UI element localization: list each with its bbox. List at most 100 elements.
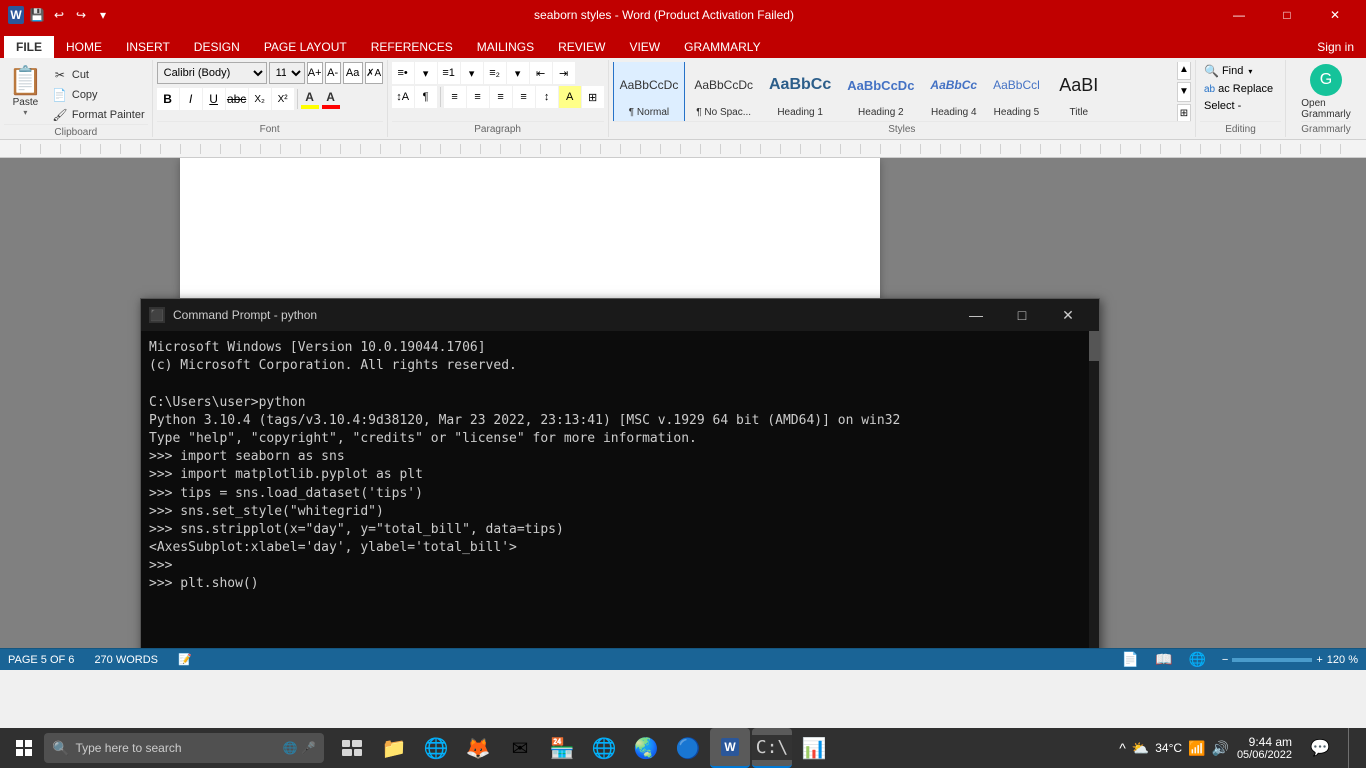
font-grow-button[interactable]: A+ bbox=[307, 62, 323, 84]
taskbar-unknown[interactable]: 📊 bbox=[794, 728, 834, 768]
decrease-indent-button[interactable]: ⇤ bbox=[530, 62, 552, 84]
volume-icon[interactable]: 🔊 bbox=[1212, 740, 1229, 757]
bullet-list-button[interactable]: ≡• bbox=[392, 62, 414, 84]
text-highlight-button[interactable]: A bbox=[301, 90, 319, 109]
style-heading5[interactable]: AaBbCcl Heading 5 bbox=[986, 62, 1047, 121]
font-size-select[interactable]: 11 bbox=[269, 62, 305, 84]
sort-button[interactable]: ↕A bbox=[392, 86, 414, 108]
styles-expand[interactable]: ⊞ bbox=[1177, 104, 1191, 122]
taskbar-chrome2[interactable]: 🔵 bbox=[668, 728, 708, 768]
bold-button[interactable]: B bbox=[157, 88, 179, 110]
multilevel-list-button[interactable]: ≡₂ bbox=[484, 62, 506, 84]
start-button[interactable] bbox=[4, 728, 44, 768]
italic-button[interactable]: I bbox=[180, 88, 202, 110]
select-button[interactable]: Select - bbox=[1200, 98, 1281, 114]
style-heading4[interactable]: AaBbCc Heading 4 bbox=[923, 62, 984, 121]
cut-button[interactable]: ✂ Cut bbox=[49, 66, 148, 84]
taskbar-chrome[interactable]: 🌐 bbox=[584, 728, 624, 768]
change-case-button[interactable]: Aa bbox=[343, 62, 363, 84]
taskbar-edge[interactable]: 🌐 bbox=[416, 728, 456, 768]
show-para-marks-button[interactable]: ¶ bbox=[415, 86, 437, 108]
network-icon[interactable]: 📶 bbox=[1188, 740, 1205, 757]
taskbar-browser2[interactable]: 🌏 bbox=[626, 728, 666, 768]
undo-qa-button[interactable]: ↩ bbox=[50, 6, 68, 24]
tab-review[interactable]: REVIEW bbox=[546, 36, 617, 58]
sign-in-link[interactable]: Sign in bbox=[1309, 36, 1362, 58]
taskbar-firefox[interactable]: 🦊 bbox=[458, 728, 498, 768]
tab-view[interactable]: VIEW bbox=[617, 36, 672, 58]
multilevel-dropdown[interactable]: ▾ bbox=[507, 62, 529, 84]
save-qa-button[interactable]: 💾 bbox=[28, 6, 46, 24]
align-right-button[interactable]: ≡ bbox=[490, 86, 512, 108]
show-desktop-button[interactable] bbox=[1348, 728, 1354, 768]
tab-mailings[interactable]: MAILINGS bbox=[465, 36, 546, 58]
close-button[interactable]: ✕ bbox=[1312, 0, 1358, 30]
tab-design[interactable]: DESIGN bbox=[182, 36, 252, 58]
taskbar-cmd[interactable]: C:\ bbox=[752, 728, 792, 768]
windows-icon bbox=[16, 740, 32, 756]
taskbar-store[interactable]: 🏪 bbox=[542, 728, 582, 768]
tab-insert[interactable]: INSERT bbox=[114, 36, 182, 58]
taskview-button[interactable] bbox=[332, 728, 372, 768]
increase-indent-button[interactable]: ⇥ bbox=[553, 62, 575, 84]
subscript-button[interactable]: X₂ bbox=[249, 88, 271, 110]
style-title[interactable]: AaBI Title bbox=[1049, 62, 1109, 121]
style-no-spacing[interactable]: AaBbCcDc ¶ No Spac... bbox=[687, 62, 760, 121]
borders-button[interactable]: ⊞ bbox=[582, 86, 604, 108]
replace-button[interactable]: ab ac Replace bbox=[1200, 81, 1281, 97]
cmd-minimize-button[interactable]: — bbox=[953, 299, 999, 331]
tab-page-layout[interactable]: PAGE LAYOUT bbox=[252, 36, 359, 58]
zoom-in-button[interactable]: + bbox=[1316, 654, 1322, 666]
numbered-dropdown[interactable]: ▾ bbox=[461, 62, 483, 84]
minimize-button[interactable]: — bbox=[1216, 0, 1262, 30]
copy-button[interactable]: 📄 Copy bbox=[49, 86, 148, 104]
clear-format-button[interactable]: ✗A bbox=[365, 62, 383, 84]
redo-qa-button[interactable]: ↪ bbox=[72, 6, 90, 24]
cmd-close-button[interactable]: ✕ bbox=[1045, 299, 1091, 331]
cmd-scrollbar[interactable] bbox=[1089, 331, 1099, 648]
style-heading1[interactable]: AaBbCc Heading 1 bbox=[762, 62, 838, 121]
tray-up-arrow[interactable]: ^ bbox=[1119, 740, 1126, 756]
font-name-select[interactable]: Calibri (Body) bbox=[157, 62, 267, 84]
style-heading2[interactable]: AaBbCcDc Heading 2 bbox=[840, 62, 921, 121]
bullet-dropdown[interactable]: ▾ bbox=[415, 62, 437, 84]
styles-scroll-up[interactable]: ▲ bbox=[1177, 62, 1191, 80]
strikethrough-button[interactable]: abc bbox=[226, 88, 248, 110]
zoom-slider[interactable] bbox=[1232, 658, 1312, 662]
taskbar-word[interactable]: W bbox=[710, 728, 750, 768]
tab-home[interactable]: HOME bbox=[54, 36, 114, 58]
view-mode-print[interactable]: 📄 bbox=[1122, 651, 1139, 668]
superscript-button[interactable]: X² bbox=[272, 88, 294, 110]
style-normal[interactable]: AaBbCcDc ¶ Normal bbox=[613, 62, 686, 121]
format-painter-button[interactable]: 🖌 Format Painter bbox=[49, 106, 148, 124]
time-date[interactable]: 9:44 am 05/06/2022 bbox=[1237, 735, 1292, 761]
notification-button[interactable]: 💬 bbox=[1300, 728, 1340, 768]
tab-references[interactable]: REFERENCES bbox=[359, 36, 465, 58]
cmd-scroll-thumb[interactable] bbox=[1089, 331, 1099, 361]
view-mode-read[interactable]: 📖 bbox=[1155, 651, 1172, 668]
taskbar-mail[interactable]: ✉ bbox=[500, 728, 540, 768]
zoom-out-button[interactable]: − bbox=[1222, 654, 1228, 666]
cmd-content[interactable]: Microsoft Windows [Version 10.0.19044.17… bbox=[141, 331, 1099, 648]
numbered-list-button[interactable]: ≡1 bbox=[438, 62, 460, 84]
shading-button[interactable]: A bbox=[559, 86, 581, 108]
qa-dropdown-button[interactable]: ▾ bbox=[94, 6, 112, 24]
search-box[interactable]: 🔍 Type here to search 🌐 🎤 bbox=[44, 733, 324, 763]
line-spacing-button[interactable]: ↕ bbox=[536, 86, 558, 108]
tab-grammarly[interactable]: GRAMMARLY bbox=[672, 36, 772, 58]
underline-button[interactable]: U bbox=[203, 88, 225, 110]
align-left-button[interactable]: ≡ bbox=[444, 86, 466, 108]
tab-file[interactable]: FILE bbox=[4, 36, 54, 58]
find-button[interactable]: 🔍 Find ▾ bbox=[1200, 62, 1281, 80]
font-color-button[interactable]: A bbox=[322, 90, 340, 109]
open-grammarly-button[interactable]: G bbox=[1310, 64, 1342, 96]
justify-button[interactable]: ≡ bbox=[513, 86, 535, 108]
view-mode-web[interactable]: 🌐 bbox=[1188, 651, 1205, 668]
font-shrink-button[interactable]: A- bbox=[325, 62, 341, 84]
taskbar-explorer[interactable]: 📁 bbox=[374, 728, 414, 768]
styles-scroll-down[interactable]: ▼ bbox=[1177, 82, 1191, 102]
cmd-maximize-button[interactable]: □ bbox=[999, 299, 1045, 331]
align-center-button[interactable]: ≡ bbox=[467, 86, 489, 108]
maximize-button[interactable]: □ bbox=[1264, 0, 1310, 30]
paste-button[interactable]: 📋 Paste ▾ bbox=[4, 62, 47, 124]
